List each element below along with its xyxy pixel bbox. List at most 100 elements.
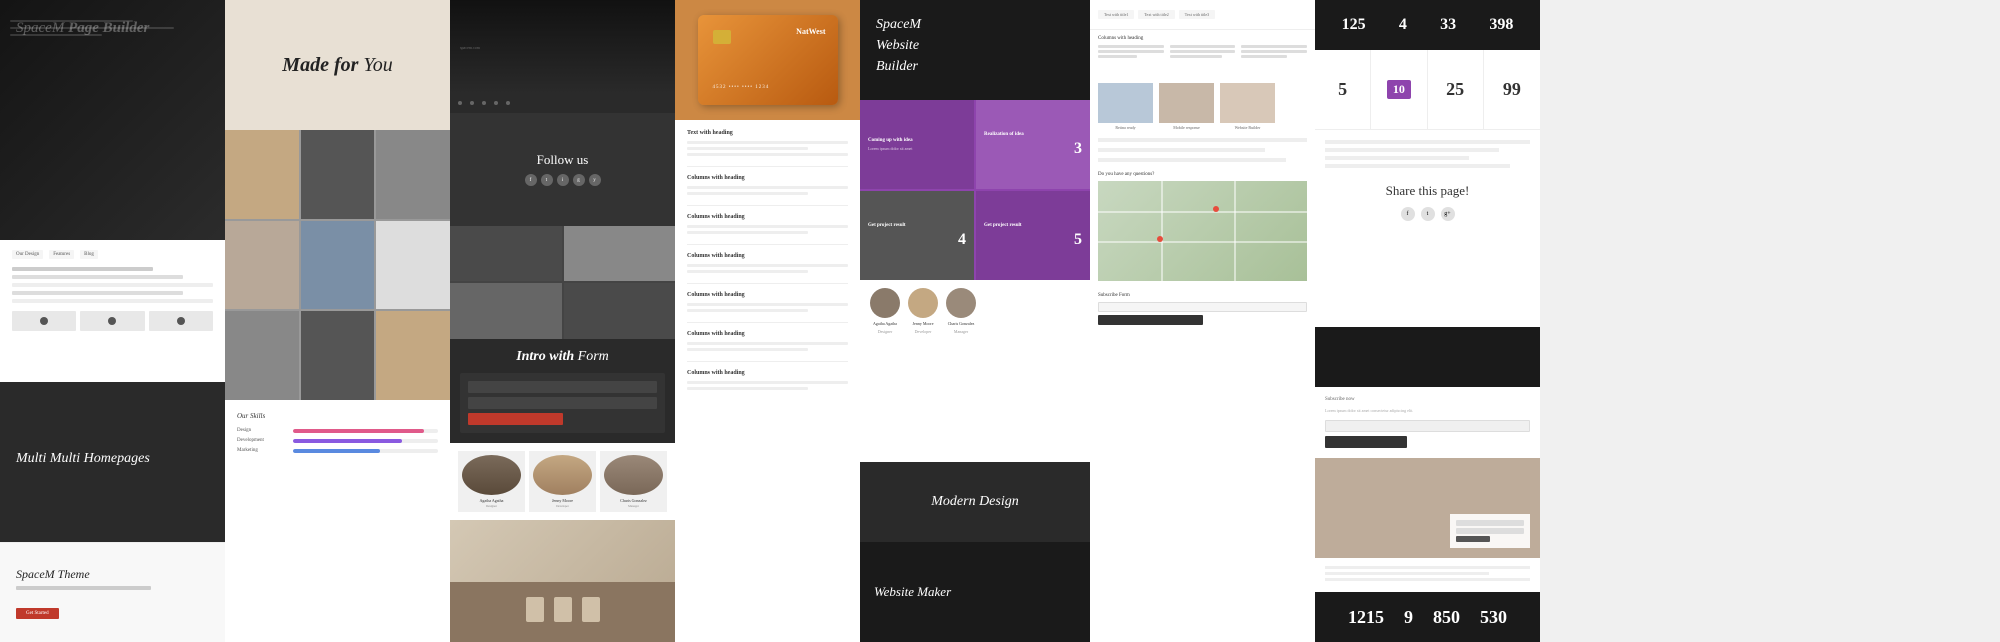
top-stat-1: 125 xyxy=(1342,16,1366,34)
overlay-btn[interactable] xyxy=(1456,536,1490,542)
tab-1[interactable]: Text with title1 xyxy=(1098,10,1134,19)
panel1-hero: SpaceM Page Builder xyxy=(0,0,225,240)
divider-6 xyxy=(687,361,848,362)
preview-strip: SpaceM Page Builder Our Design Features … xyxy=(0,0,2000,642)
gallery-3 xyxy=(450,283,562,338)
bottom-nums: 1215 9 850 530 xyxy=(1348,607,1507,628)
share-icon-tw[interactable]: t xyxy=(1421,207,1435,221)
nav-dot-2 xyxy=(470,101,474,105)
social-yt[interactable]: y xyxy=(589,174,601,186)
team-role-b: Developer xyxy=(915,329,932,334)
theme-btn[interactable]: Get Started xyxy=(16,608,59,619)
overlay-line-2 xyxy=(1456,528,1524,534)
deco-line-3 xyxy=(10,34,102,36)
desc-line-3 xyxy=(1098,158,1286,162)
map-bg xyxy=(1098,181,1307,281)
grid-stat-2: 10 xyxy=(1371,50,1427,129)
content-section-6: Columns with heading xyxy=(687,331,848,351)
social-ig[interactable]: i xyxy=(557,174,569,186)
subscribe-input[interactable] xyxy=(1098,302,1307,312)
bottom-stat-2: 9 xyxy=(1404,607,1413,628)
form-field-1[interactable] xyxy=(468,381,657,393)
made-italic: You xyxy=(363,54,392,76)
bot-num-2: 9 xyxy=(1404,607,1413,628)
retina-label-3: Website Builder xyxy=(1235,125,1261,130)
skill-dev-bg xyxy=(293,439,438,443)
panel5-purple-grid: Coming up with idea Lorem ipsum dolor si… xyxy=(860,100,1090,280)
name-3: Charis Gonzalez xyxy=(604,498,663,503)
col-line-7 xyxy=(1241,45,1307,48)
col-line-3 xyxy=(1098,55,1137,58)
mini-row-4 xyxy=(12,291,183,295)
sub2-input[interactable] xyxy=(1325,420,1530,432)
social-fb[interactable]: f xyxy=(525,174,537,186)
panel2-photo-grid xyxy=(225,130,450,400)
follow-title: Follow us xyxy=(537,152,589,168)
subscribe-btn[interactable] xyxy=(1098,315,1203,325)
bottom-text-section xyxy=(1315,558,1540,592)
grid-cell-2 xyxy=(301,130,375,219)
heading-1: Text with heading xyxy=(687,130,848,136)
team-member-2: Jenny Moore Developer xyxy=(529,451,596,512)
card-logo: NatWest xyxy=(796,27,825,36)
panel-page-builder: SpaceM Page Builder Our Design Features … xyxy=(0,0,225,642)
content-section-3: Columns with heading xyxy=(687,214,848,234)
grid-item-2 xyxy=(80,311,144,331)
panel1-theme: SpaceM Theme Get Started xyxy=(0,542,225,642)
panel5-content: Agatha Agatha Designer Jenny Moore Devel… xyxy=(860,280,1090,462)
sub2-text: Lorem ipsum dolor sit amet consectetur a… xyxy=(1325,408,1530,414)
share-icon-gp[interactable]: g+ xyxy=(1441,207,1455,221)
subscribe-section2: Subscribe now Lorem ipsum dolor sit amet… xyxy=(1315,387,1540,458)
grid-cell-8 xyxy=(301,311,375,400)
form-field-2[interactable] xyxy=(468,397,657,409)
title-3: Manager xyxy=(604,504,663,508)
grid-num-1: 5 xyxy=(1338,79,1347,100)
share-section: Share this page! f t g+ xyxy=(1325,183,1530,221)
retina-thumb-2 xyxy=(1159,83,1214,123)
team-role-c: Manager xyxy=(954,329,968,334)
cell-number-3: 3 xyxy=(984,140,1082,158)
form-submit[interactable] xyxy=(468,413,563,425)
col-line-1 xyxy=(1098,45,1164,48)
bot-line-2 xyxy=(1325,572,1489,575)
skill-mkt-label: Marketing xyxy=(237,448,287,453)
sub2-btn[interactable] xyxy=(1325,436,1407,448)
panel-website-builder: SpaceM Website Builder Coming up with id… xyxy=(860,0,1090,642)
natwest-card: NatWest 4532 •••• •••• 1234 xyxy=(698,15,838,105)
panel4-content: Text with heading Columns with heading C… xyxy=(675,120,860,642)
panel4-hero: NatWest 4532 •••• •••• 1234 xyxy=(675,0,860,120)
avatar-1 xyxy=(462,455,521,495)
stat-num-1: 125 xyxy=(1342,16,1366,34)
skills-title: Our Skills xyxy=(237,412,438,420)
share-icon-fb[interactable]: f xyxy=(1401,207,1415,221)
skill-mkt-bg xyxy=(293,449,438,453)
road-h-2 xyxy=(1098,241,1307,243)
panel6-header: Text with title1 Text with title2 Text w… xyxy=(1090,0,1315,30)
dot-3 xyxy=(177,317,185,325)
line-9 xyxy=(687,270,808,273)
keyboard-image xyxy=(1315,458,1540,558)
divider-1 xyxy=(687,166,848,167)
grid-stat-4: 99 xyxy=(1484,50,1540,129)
tab-2[interactable]: Text with title2 xyxy=(1138,10,1174,19)
mini-row-1 xyxy=(12,267,153,271)
purple-title-4: Get project result xyxy=(984,223,1082,228)
purple-title-1: Coming up with idea xyxy=(868,138,966,143)
social-gp[interactable]: g xyxy=(573,174,585,186)
content-section-7: Columns with heading xyxy=(687,370,848,390)
social-tw[interactable]: t xyxy=(541,174,553,186)
line-5 xyxy=(687,192,808,195)
theme-title: SpaceM Theme xyxy=(16,567,90,582)
multi-italic: Multi Homepages xyxy=(50,451,150,466)
stat-line-3 xyxy=(1325,156,1469,160)
overlay-line-1 xyxy=(1456,520,1524,526)
panel5-modern: Modern Design xyxy=(860,462,1090,542)
panel-made-for-you: Made for You Our Skills Design Develop xyxy=(225,0,450,642)
social-icons: f t i g y xyxy=(525,174,601,186)
img-form-overlay xyxy=(1450,514,1530,548)
nav-dot-3 xyxy=(482,101,486,105)
grid-num-4: 99 xyxy=(1503,79,1521,100)
theme-row-1 xyxy=(16,586,151,590)
tab-3[interactable]: Text with title3 xyxy=(1179,10,1215,19)
chair-1 xyxy=(526,597,544,622)
